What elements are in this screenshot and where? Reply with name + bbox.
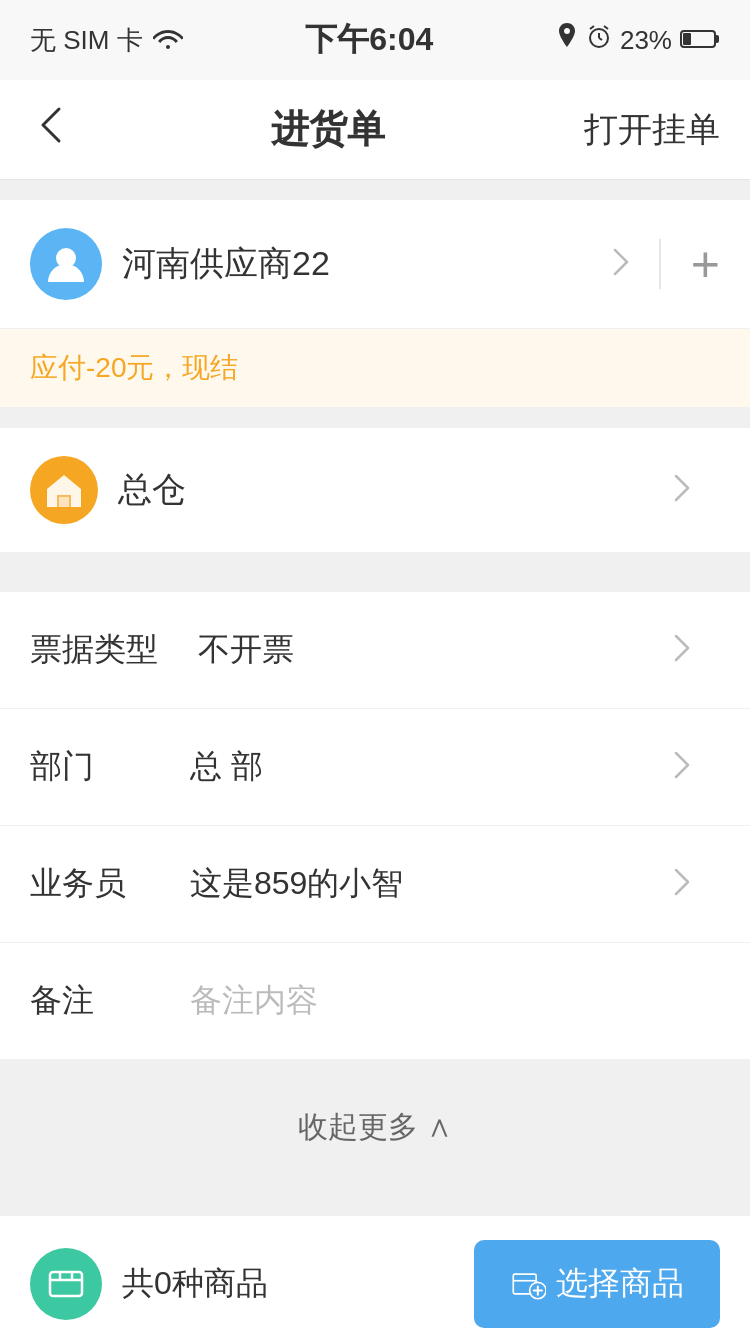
svg-rect-6 bbox=[715, 35, 719, 43]
svg-line-2 bbox=[599, 38, 602, 40]
section-gap-1 bbox=[0, 180, 750, 200]
remark-row[interactable]: 备注 备注内容 bbox=[0, 943, 750, 1059]
select-product-label: 选择商品 bbox=[556, 1262, 684, 1306]
warehouse-row[interactable]: 总仓 bbox=[0, 428, 750, 552]
salesperson-label: 业务员 bbox=[30, 862, 150, 906]
carrier-text: 无 SIM 卡 bbox=[30, 23, 143, 58]
salesperson-row[interactable]: 业务员 这是859的小智 bbox=[0, 826, 750, 943]
warehouse-name: 总仓 bbox=[118, 467, 674, 513]
department-chevron-icon bbox=[674, 746, 690, 788]
supplier-chevron-icon bbox=[613, 243, 629, 285]
section-gap-4 bbox=[0, 1176, 750, 1196]
battery-text: 23% bbox=[620, 25, 672, 56]
open-pending-button[interactable]: 打开挂单 bbox=[584, 107, 720, 153]
status-bar: 无 SIM 卡 下午6:04 23% bbox=[0, 0, 750, 80]
supplier-notice: 应付-20元，现结 bbox=[0, 329, 750, 408]
department-label: 部门 bbox=[30, 745, 150, 789]
section-gap-3 bbox=[0, 552, 750, 572]
battery-icon bbox=[680, 25, 720, 56]
svg-line-3 bbox=[590, 26, 594, 29]
warehouse-section: 总仓 bbox=[0, 428, 750, 552]
nav-bar: 进货单 打开挂单 bbox=[0, 80, 750, 180]
salesperson-chevron-icon bbox=[674, 863, 690, 905]
invoice-type-value: 不开票 bbox=[158, 628, 674, 672]
status-time: 下午6:04 bbox=[305, 18, 433, 62]
department-value: 总 部 bbox=[150, 745, 674, 789]
invoice-type-chevron-icon bbox=[674, 629, 690, 671]
invoice-type-row[interactable]: 票据类型 不开票 bbox=[0, 592, 750, 709]
page-title: 进货单 bbox=[271, 104, 385, 155]
collapse-button[interactable]: 收起更多 ∧ bbox=[0, 1079, 750, 1176]
department-row[interactable]: 部门 总 部 bbox=[0, 709, 750, 826]
svg-rect-7 bbox=[683, 33, 691, 45]
status-left: 无 SIM 卡 bbox=[30, 23, 183, 58]
remark-placeholder: 备注内容 bbox=[150, 979, 720, 1023]
product-icon bbox=[30, 1248, 102, 1320]
product-count: 共0种商品 bbox=[122, 1262, 474, 1306]
vertical-divider bbox=[659, 239, 661, 289]
svg-rect-11 bbox=[50, 1272, 82, 1296]
invoice-type-label: 票据类型 bbox=[30, 628, 158, 672]
wifi-icon bbox=[153, 25, 183, 56]
select-product-button[interactable]: 选择商品 bbox=[474, 1240, 720, 1328]
location-icon bbox=[556, 23, 578, 58]
section-gap-2 bbox=[0, 408, 750, 428]
salesperson-value: 这是859的小智 bbox=[150, 862, 674, 906]
warehouse-icon bbox=[30, 456, 98, 524]
status-right: 23% bbox=[556, 23, 720, 58]
svg-line-4 bbox=[604, 26, 608, 29]
product-section: 共0种商品 选择商品 bbox=[0, 1216, 750, 1334]
supplier-row[interactable]: 河南供应商22 + bbox=[0, 200, 750, 329]
svg-rect-10 bbox=[59, 497, 69, 507]
add-supplier-button[interactable]: + bbox=[691, 235, 720, 293]
supplier-avatar bbox=[30, 228, 102, 300]
supplier-section: 河南供应商22 + 应付-20元，现结 bbox=[0, 200, 750, 408]
back-button[interactable] bbox=[30, 96, 72, 163]
alarm-icon bbox=[586, 24, 612, 57]
form-section: 票据类型 不开票 部门 总 部 业务员 这是859的小智 备注 备注内容 bbox=[0, 592, 750, 1059]
supplier-name: 河南供应商22 bbox=[122, 241, 613, 287]
warehouse-chevron-icon bbox=[674, 469, 690, 511]
remark-label: 备注 bbox=[30, 979, 150, 1023]
